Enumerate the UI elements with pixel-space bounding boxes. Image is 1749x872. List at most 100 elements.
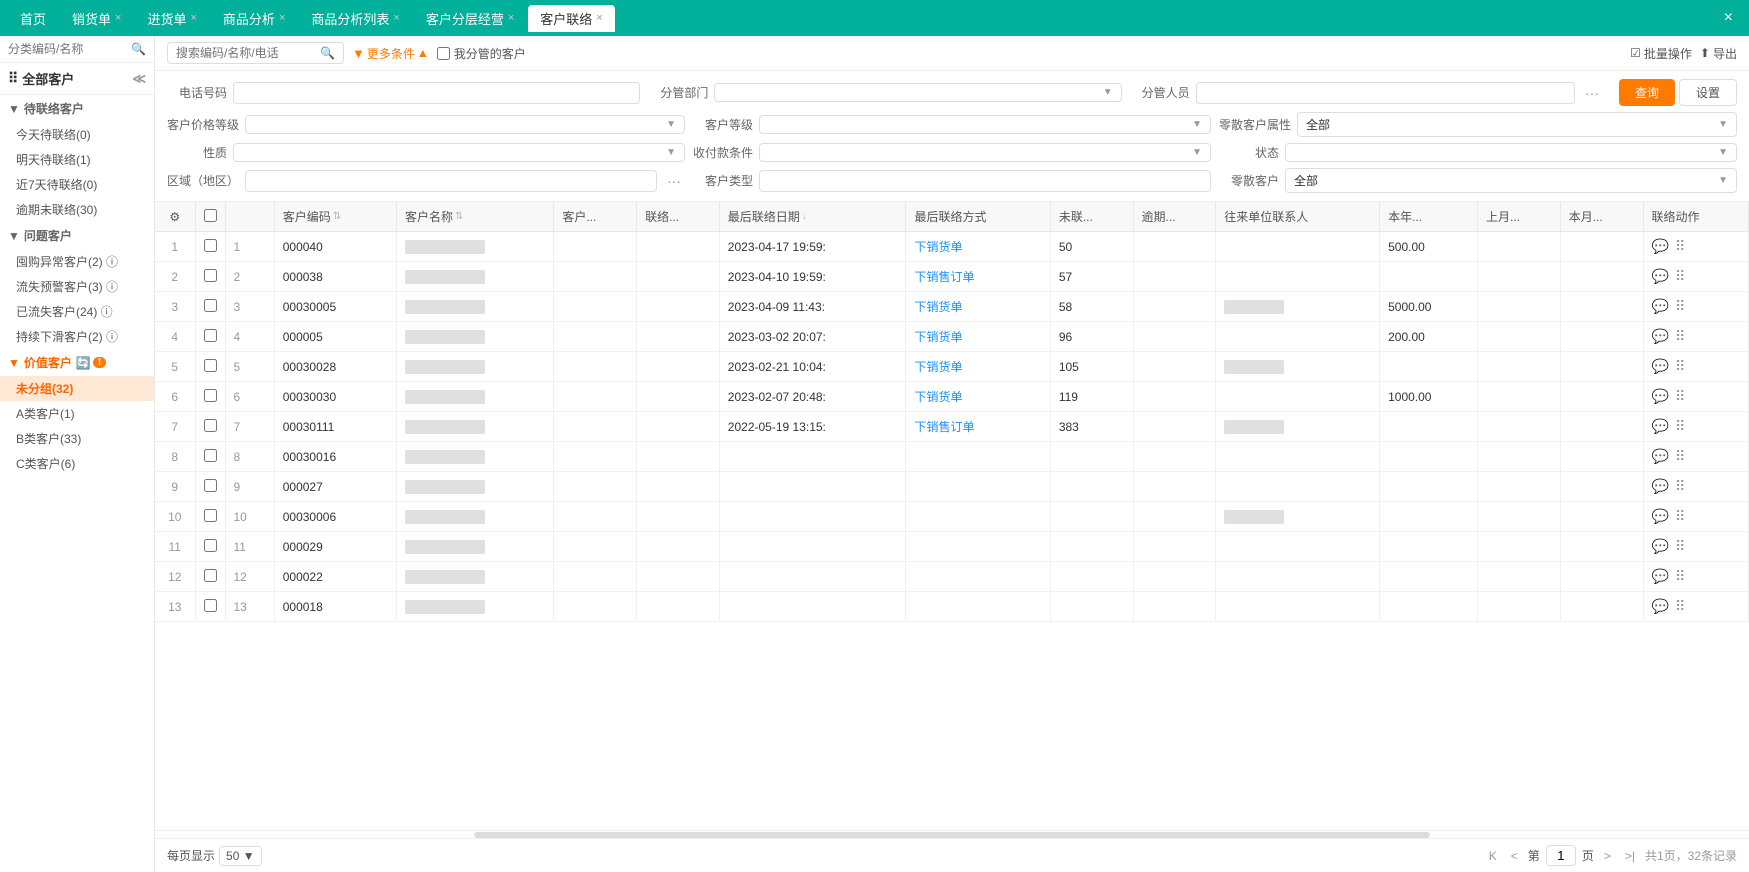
tab-product-analysis-close[interactable]: × [279, 12, 285, 24]
col-no-contact[interactable]: 未联... [1050, 202, 1133, 232]
horizontal-scrollbar[interactable] [155, 830, 1749, 838]
row-checkbox[interactable] [204, 239, 217, 252]
score-refresh-icon[interactable]: 🔄 [76, 356, 91, 370]
col-settings[interactable]: ⚙ [155, 202, 195, 232]
row-checkbox[interactable] [204, 599, 217, 612]
select-all-checkbox[interactable] [204, 209, 217, 222]
per-page-select[interactable]: 50 ▼ [219, 846, 262, 866]
field-payment-select[interactable]: ▼ [759, 143, 1211, 162]
tab-purchase[interactable]: 进货单 × [135, 5, 208, 32]
first-page-btn[interactable]: K [1485, 849, 1501, 863]
field-status-select[interactable]: ▼ [1285, 143, 1737, 162]
search-icon[interactable]: 🔍 [320, 46, 335, 60]
mine-filter[interactable]: 我分管的客户 [437, 45, 526, 62]
row-checkbox[interactable] [204, 569, 217, 582]
sidebar-item-7days[interactable]: 近7天待联络(0) [0, 172, 154, 197]
phone-action-icon[interactable]: 💬 [1652, 508, 1669, 525]
tab-product-analysis[interactable]: 商品分析 × [211, 5, 297, 32]
phone-action-icon[interactable]: 💬 [1652, 298, 1669, 315]
batch-ops-btn[interactable]: ☑ 批量操作 [1630, 45, 1692, 62]
more-action-icon[interactable]: ⠿ [1675, 448, 1685, 465]
contact-method-link[interactable]: 下销货单 [914, 330, 962, 344]
sidebar-collapse-btn[interactable]: ≪ [132, 71, 146, 87]
more-action-icon[interactable]: ⠿ [1675, 478, 1685, 495]
more-filters-btn[interactable]: ▼ 更多条件 ▲ [352, 45, 429, 62]
more-action-icon[interactable]: ⠿ [1675, 268, 1685, 285]
more-action-icon[interactable]: ⠿ [1675, 418, 1685, 435]
row-checkbox[interactable] [204, 329, 217, 342]
row-checkbox[interactable] [204, 479, 217, 492]
sidebar-item-group-c[interactable]: C类客户(6) [0, 451, 154, 476]
field-phone-input[interactable] [233, 82, 640, 104]
col-external-contact[interactable]: 往来单位联系人 [1216, 202, 1380, 232]
phone-action-icon[interactable]: 💬 [1652, 328, 1669, 345]
field-customer-type-input[interactable] [759, 170, 1211, 192]
col-this-year[interactable]: 本年... [1380, 202, 1478, 232]
phone-action-icon[interactable]: 💬 [1652, 598, 1669, 615]
sidebar-item-group-a[interactable]: A类客户(1) [0, 401, 154, 426]
phone-action-icon[interactable]: 💬 [1652, 268, 1669, 285]
sidebar-item-overdue[interactable]: 逾期未联络(30) [0, 197, 154, 222]
phone-action-icon[interactable]: 💬 [1652, 568, 1669, 585]
export-btn[interactable]: ⬆ 导出 [1700, 45, 1737, 62]
phone-action-icon[interactable]: 💬 [1652, 358, 1669, 375]
reset-button[interactable]: 设置 [1679, 79, 1737, 106]
contact-method-link[interactable]: 下销售订单 [914, 270, 974, 284]
tab-customer-contact[interactable]: 客户联络 × [528, 5, 614, 32]
sidebar-search-icon[interactable]: 🔍 [131, 42, 146, 56]
query-button[interactable]: 查询 [1619, 79, 1675, 106]
phone-action-icon[interactable]: 💬 [1652, 478, 1669, 495]
field-manager-input[interactable] [1196, 82, 1575, 104]
phone-action-icon[interactable]: 💬 [1652, 418, 1669, 435]
tab-purchase-close[interactable]: × [190, 12, 196, 24]
search-input[interactable] [176, 46, 316, 60]
phone-action-icon[interactable]: 💬 [1652, 388, 1669, 405]
field-price-grade-select[interactable]: ▼ [245, 115, 685, 134]
col-customer-type[interactable]: 客户... [554, 202, 637, 232]
field-nature-select[interactable]: ▼ [233, 143, 685, 162]
field-dept-select[interactable]: ▼ [714, 83, 1121, 102]
sidebar-group-score[interactable]: ▼ 价值客户 🔄 ! [0, 349, 154, 376]
more-action-icon[interactable]: ⠿ [1675, 538, 1685, 555]
more-action-icon[interactable]: ⠿ [1675, 238, 1685, 255]
col-customer-name[interactable]: 客户名称⇅ [397, 202, 554, 232]
field-region-dots[interactable]: ··· [663, 173, 685, 189]
field-retail-customer-select[interactable]: 全部 ▼ [1285, 168, 1737, 193]
row-checkbox[interactable] [204, 509, 217, 522]
field-manager-dots[interactable]: ··· [1581, 85, 1603, 101]
tab-home[interactable]: 首页 [8, 5, 58, 32]
col-this-month[interactable]: 本月... [1560, 202, 1643, 232]
sidebar-group-pending[interactable]: ▼ 待联络客户 [0, 95, 154, 122]
more-action-icon[interactable]: ⠿ [1675, 388, 1685, 405]
contact-method-link[interactable]: 下销售订单 [914, 420, 974, 434]
sidebar-item-group-b[interactable]: B类客户(33) [0, 426, 154, 451]
row-checkbox[interactable] [204, 419, 217, 432]
last-page-btn[interactable]: >| [1621, 849, 1639, 863]
row-checkbox[interactable] [204, 449, 217, 462]
sidebar-item-abnormal[interactable]: 囤购异常客户(2) ⓘ [0, 249, 154, 274]
sidebar-item-lost[interactable]: 已流失客户(24) ⓘ [0, 299, 154, 324]
field-retail-attr-select[interactable]: 全部 ▼ [1297, 112, 1737, 137]
window-close[interactable]: × [1716, 9, 1741, 27]
row-checkbox[interactable] [204, 359, 217, 372]
sidebar-item-tomorrow[interactable]: 明天待联络(1) [0, 147, 154, 172]
tab-customer-segment-close[interactable]: × [508, 12, 514, 24]
col-last-contact-date[interactable]: 最后联络日期↓ [719, 202, 906, 232]
col-customer-code[interactable]: 客户编码⇅ [274, 202, 396, 232]
more-action-icon[interactable]: ⠿ [1675, 328, 1685, 345]
contact-method-link[interactable]: 下销货单 [914, 300, 962, 314]
contact-method-link[interactable]: 下销货单 [914, 360, 962, 374]
sidebar-item-churn-risk[interactable]: 流失预警客户(3) ⓘ [0, 274, 154, 299]
sidebar-item-unclassified[interactable]: 未分组(32) [0, 376, 154, 401]
sidebar-group-problem[interactable]: ▼ 问题客户 [0, 222, 154, 249]
tab-product-list[interactable]: 商品分析列表 × [299, 5, 411, 32]
sidebar-item-today[interactable]: 今天待联络(0) [0, 122, 154, 147]
more-action-icon[interactable]: ⠿ [1675, 358, 1685, 375]
phone-action-icon[interactable]: 💬 [1652, 448, 1669, 465]
col-contact[interactable]: 联络... [637, 202, 720, 232]
tab-sales[interactable]: 销货单 × [60, 5, 133, 32]
tab-product-list-close[interactable]: × [393, 12, 399, 24]
prev-page-btn[interactable]: < [1507, 849, 1522, 863]
phone-action-icon[interactable]: 💬 [1652, 538, 1669, 555]
field-region-input[interactable] [245, 170, 657, 192]
